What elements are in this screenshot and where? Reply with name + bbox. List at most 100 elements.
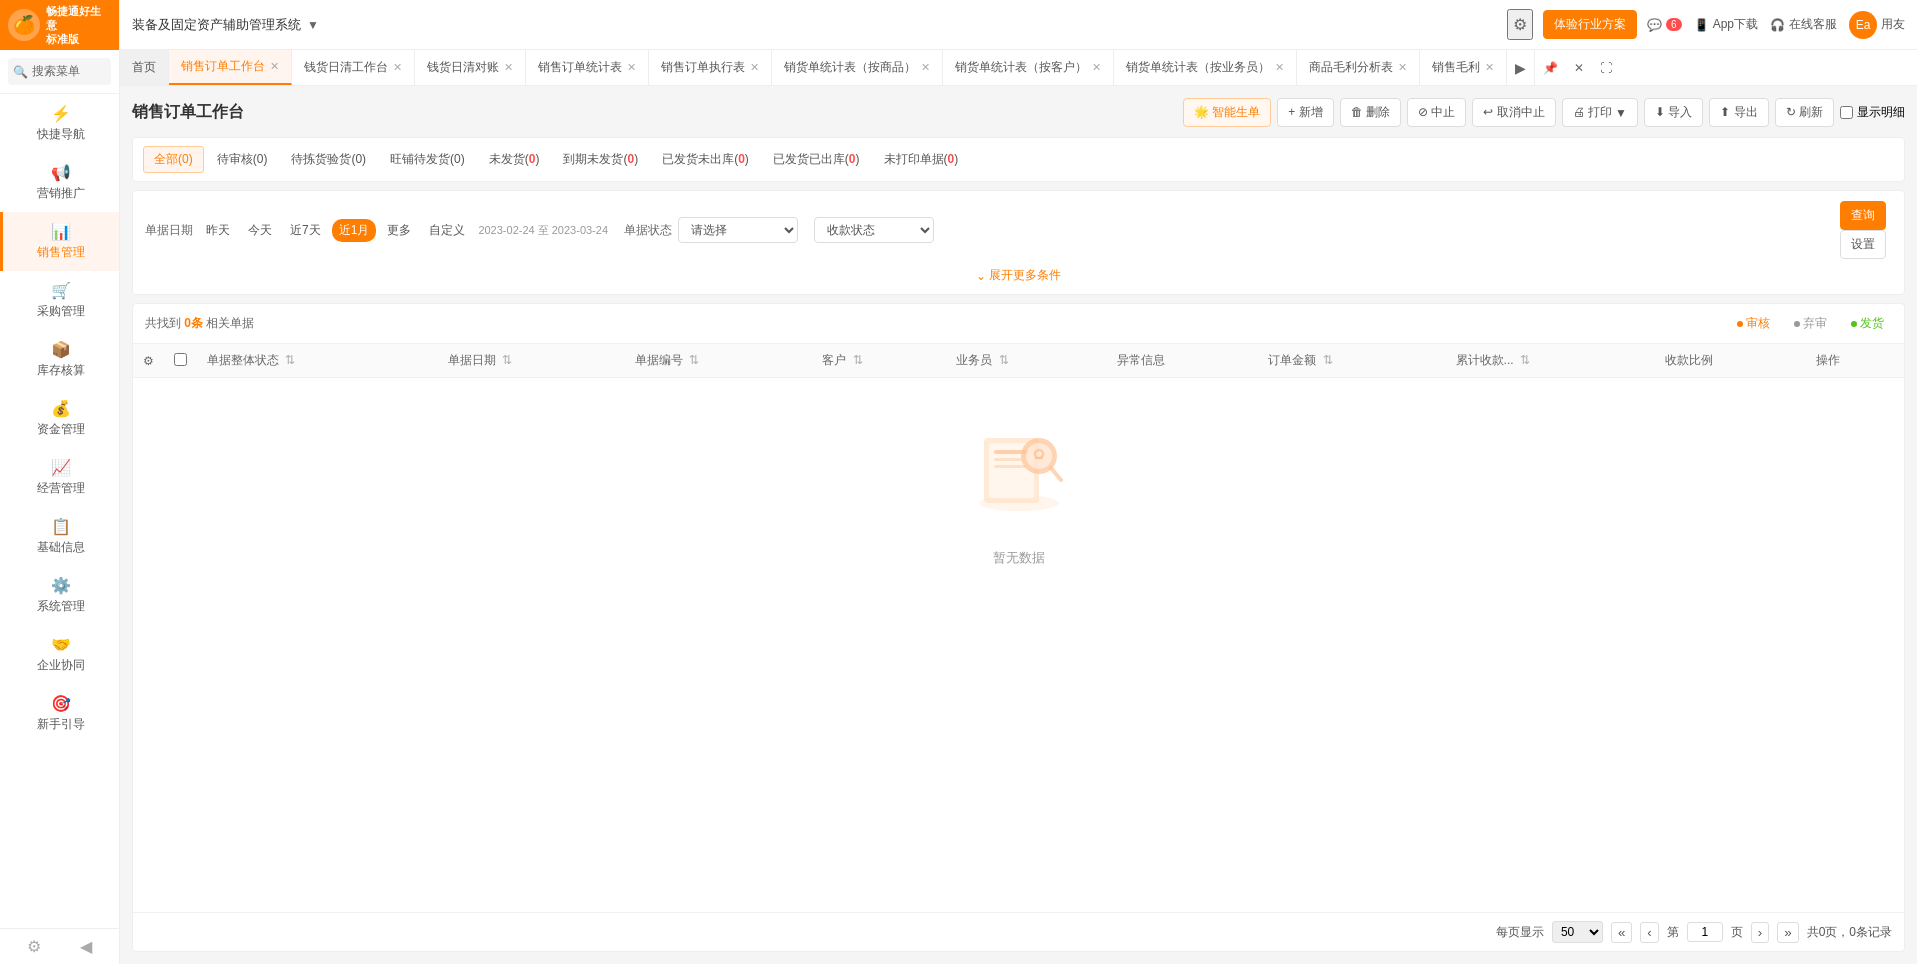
date-btn-today[interactable]: 今天 [241, 219, 279, 242]
sub-tab-pending-inspect[interactable]: 待拣货验货(0) [280, 146, 377, 173]
sort-collected-icon[interactable]: ⇅ [1520, 353, 1530, 367]
tab-sales-profit[interactable]: 销售毛利 ✕ [1420, 50, 1507, 85]
tab-pin-button[interactable]: 📌 [1535, 50, 1566, 85]
user-menu-button[interactable]: Ea 用友 [1849, 11, 1905, 39]
smart-create-button[interactable]: 🌟 智能生单 [1183, 98, 1271, 127]
sort-staff-icon[interactable]: ⇅ [999, 353, 1009, 367]
sidebar-item-basic[interactable]: 📋 基础信息 [0, 507, 119, 566]
sidebar-item-sales[interactable]: 📊 销售管理 [0, 212, 119, 271]
tab-cash-reconcile[interactable]: 钱货日清对账 ✕ [415, 50, 526, 85]
date-btn-more[interactable]: 更多 [380, 219, 418, 242]
page-size-select[interactable]: 50 10 20 100 [1552, 921, 1603, 943]
ship-action-button[interactable]: 发货 [1843, 312, 1892, 335]
print-button[interactable]: 🖨 打印 ▼ [1562, 98, 1638, 127]
tab-sales-summary-staff[interactable]: 销货单统计表（按业务员） ✕ [1114, 50, 1297, 85]
tab-home[interactable]: 首页 [120, 50, 169, 85]
tab-close-sales-stat[interactable]: ✕ [627, 61, 636, 74]
tab-sales-order[interactable]: 销售订单工作台 ✕ [169, 50, 292, 85]
sub-tab-shipped-not-out[interactable]: 已发货未出库(0) [651, 146, 760, 173]
tab-sales-summary-product[interactable]: 销货单统计表（按商品） ✕ [772, 50, 943, 85]
tab-maximize[interactable]: ⛶ [1592, 50, 1620, 85]
tab-sales-stat[interactable]: 销售订单统计表 ✕ [526, 50, 649, 85]
sidebar-item-guide[interactable]: 🎯 新手引导 [0, 684, 119, 743]
tab-close-all[interactable]: ✕ [1566, 50, 1592, 85]
settings-button[interactable]: ⚙ [27, 937, 41, 956]
tab-sales-exec[interactable]: 销售订单执行表 ✕ [649, 50, 772, 85]
sidebar-item-system[interactable]: ⚙️ 系统管理 [0, 566, 119, 625]
stop-button[interactable]: ⊘ 中止 [1407, 98, 1466, 127]
tab-close-sales-order[interactable]: ✕ [270, 60, 279, 73]
system-dropdown-button[interactable]: ▼ [307, 18, 319, 32]
sub-tab-not-printed[interactable]: 未打印单据(0) [873, 146, 970, 173]
payment-status-select[interactable]: 收款状态 [814, 217, 934, 243]
sub-tab-pending-audit[interactable]: 待审核(0) [206, 146, 279, 173]
cancel-stop-button[interactable]: ↩ 取消中止 [1472, 98, 1555, 127]
next-page-button[interactable]: › [1751, 922, 1769, 943]
collapse-button[interactable]: ◀ [80, 937, 92, 956]
export-button[interactable]: ⬆ 导出 [1709, 98, 1768, 127]
th-amount: 订单金额 ⇅ [1258, 344, 1445, 378]
th-action: 操作 [1806, 344, 1904, 378]
solution-button[interactable]: 体验行业方案 [1543, 10, 1637, 39]
show-detail-label[interactable]: 显示明细 [1840, 104, 1905, 121]
tab-scroll-right[interactable]: ▶ [1507, 50, 1535, 85]
tab-close-sales-profit[interactable]: ✕ [1485, 61, 1494, 74]
th-settings[interactable]: ⚙ [133, 344, 164, 378]
tab-sales-summary-customer[interactable]: 销货单统计表（按客户） ✕ [943, 50, 1114, 85]
search-menu-button[interactable]: 🔍 搜索菜单 [8, 58, 111, 85]
tab-close-summary-customer[interactable]: ✕ [1092, 61, 1101, 74]
gear-button[interactable]: ⚙ [1507, 9, 1533, 40]
date-btn-7days[interactable]: 近7天 [283, 219, 328, 242]
select-all-checkbox[interactable] [174, 353, 187, 366]
app-download-button[interactable]: 📱 App下载 [1694, 16, 1758, 33]
sort-status-icon[interactable]: ⇅ [285, 353, 295, 367]
status-select[interactable]: 请选择 [678, 217, 798, 243]
add-button[interactable]: + 新增 [1277, 98, 1333, 127]
tab-close-gross-profit[interactable]: ✕ [1398, 61, 1407, 74]
sidebar-item-quick-nav[interactable]: ⚡ 快捷导航 [0, 94, 119, 153]
import-button[interactable]: ⬇ 导入 [1644, 98, 1703, 127]
sub-tab-expired-not-shipped[interactable]: 到期未发货(0) [552, 146, 649, 173]
sub-tab-not-shipped[interactable]: 未发货(0) [478, 146, 551, 173]
sort-date-icon[interactable]: ⇅ [502, 353, 512, 367]
cancel-audit-action-button[interactable]: 弃审 [1786, 312, 1835, 335]
sort-customer-icon[interactable]: ⇅ [853, 353, 863, 367]
last-page-button[interactable]: » [1777, 922, 1798, 943]
sort-number-icon[interactable]: ⇅ [689, 353, 699, 367]
sub-tab-shipped-out[interactable]: 已发货已出库(0) [762, 146, 871, 173]
tab-close-summary-product[interactable]: ✕ [921, 61, 930, 74]
message-button[interactable]: 💬 6 💬 [1647, 18, 1682, 32]
sub-tab-all[interactable]: 全部(0) [143, 146, 204, 173]
prev-page-button[interactable]: ‹ [1640, 922, 1658, 943]
sidebar-item-finance[interactable]: 💰 资金管理 [0, 389, 119, 448]
tab-gross-profit[interactable]: 商品毛利分析表 ✕ [1297, 50, 1420, 85]
page-input[interactable] [1687, 922, 1723, 942]
table-actions: 审核 弃审 发货 [1729, 312, 1892, 335]
refresh-button[interactable]: ↻ 刷新 [1775, 98, 1834, 127]
expand-filter-button[interactable]: ⌄ 展开更多条件 [976, 267, 1061, 284]
tab-cash-daily[interactable]: 钱货日清工作台 ✕ [292, 50, 415, 85]
audit-action-button[interactable]: 审核 [1729, 312, 1778, 335]
show-detail-checkbox[interactable] [1840, 106, 1853, 119]
delete-button[interactable]: 🗑 删除 [1340, 98, 1401, 127]
sidebar-item-inventory[interactable]: 📦 库存核算 [0, 330, 119, 389]
th-checkbox[interactable] [164, 344, 197, 378]
date-btn-custom[interactable]: 自定义 [422, 219, 472, 242]
sub-tab-wangpu-ship[interactable]: 旺铺待发货(0) [379, 146, 476, 173]
filter-row: 单据日期 昨天 今天 近7天 近1月 更多 自定义 2023-02-24 至 2… [145, 201, 1892, 259]
sidebar-item-purchase[interactable]: 🛒 采购管理 [0, 271, 119, 330]
settings-filter-button[interactable]: 设置 [1840, 230, 1886, 259]
date-btn-yesterday[interactable]: 昨天 [199, 219, 237, 242]
sidebar-item-operations[interactable]: 📈 经营管理 [0, 448, 119, 507]
query-button[interactable]: 查询 [1840, 201, 1886, 230]
sidebar-item-marketing[interactable]: 📢 营销推广 [0, 153, 119, 212]
first-page-button[interactable]: « [1611, 922, 1632, 943]
tab-close-sales-exec[interactable]: ✕ [750, 61, 759, 74]
tab-close-cash-daily[interactable]: ✕ [393, 61, 402, 74]
online-service-button[interactable]: 🎧 在线客服 [1770, 16, 1837, 33]
sidebar-item-enterprise[interactable]: 🤝 企业协同 [0, 625, 119, 684]
sort-amount-icon[interactable]: ⇅ [1323, 353, 1333, 367]
date-btn-1month[interactable]: 近1月 [332, 219, 377, 242]
tab-close-cash-reconcile[interactable]: ✕ [504, 61, 513, 74]
tab-close-summary-staff[interactable]: ✕ [1275, 61, 1284, 74]
